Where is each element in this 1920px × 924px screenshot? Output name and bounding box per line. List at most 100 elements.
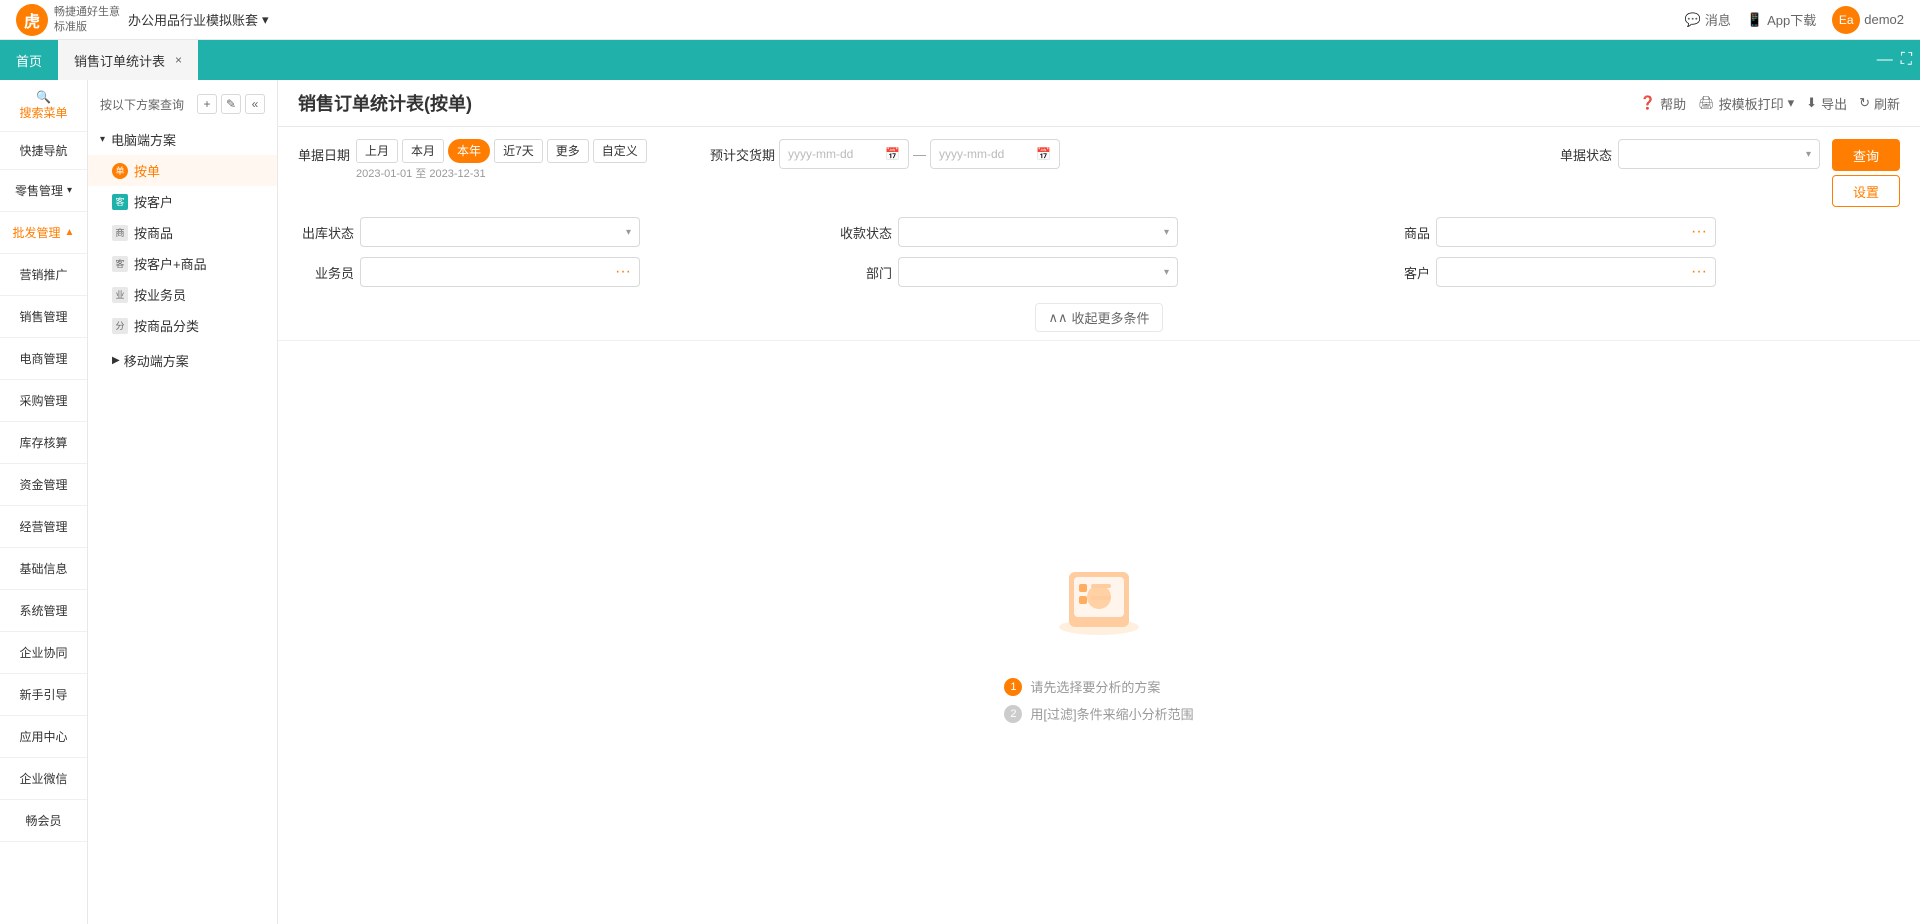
calendar-start-icon: 📅 [885, 147, 900, 161]
sidebar-item-system[interactable]: 系统管理 [0, 590, 87, 632]
refresh-button[interactable]: ↻ 刷新 [1859, 94, 1900, 113]
avatar: Ea [1832, 6, 1860, 34]
date-separator: — [913, 147, 926, 162]
payment-status-select[interactable]: ▾ [898, 217, 1178, 247]
export-button[interactable]: ⬇ 导出 [1806, 94, 1847, 113]
page-actions: ❓ 帮助 🖨 按模板打印 ▾ ⬇ 导出 ↻ [1640, 94, 1900, 113]
customer-label: 客户 [1374, 263, 1430, 282]
refresh-icon: ↻ [1859, 95, 1870, 111]
sidebar-item-inventory[interactable]: 库存核算 [0, 422, 87, 464]
sidebar-item-purchase[interactable]: 采购管理 [0, 380, 87, 422]
page-top-inner: 销售订单统计表(按单) ❓ 帮助 🖨 按模板打印 ▾ ⬇ [298, 80, 1900, 126]
last7-btn[interactable]: 近7天 [494, 139, 543, 163]
goods-more-icon[interactable]: ··· [1691, 223, 1707, 241]
scheme-item-by-goods[interactable]: 商 按商品 [88, 217, 277, 248]
tab-actions: — ⛶ [1869, 40, 1920, 80]
salesman-more-icon[interactable]: ··· [615, 263, 631, 281]
customer-more-icon[interactable]: ··· [1691, 263, 1707, 281]
print-icon: 🖨 [1698, 95, 1715, 111]
tab-home[interactable]: 首页 [0, 40, 58, 80]
empty-tips: 1 请先选择要分析的方案 2 用[过滤]条件来缩小分析范围 [1004, 677, 1193, 723]
sidebar-item-marketing[interactable]: 营销推广 [0, 254, 87, 296]
sidebar-search[interactable]: 🔍 搜索菜单 [0, 80, 87, 132]
sidebar-quick-nav[interactable]: 快捷导航 [0, 132, 87, 170]
topbar-left: 虎 畅捷通好生意 标准版 办公用品行业模拟账套 ▾ [16, 4, 269, 36]
scheme-add-button[interactable]: + [197, 94, 217, 114]
sidebar-item-operations[interactable]: 经营管理 [0, 506, 87, 548]
empty-tip-2: 2 用[过滤]条件来缩小分析范围 [1004, 704, 1193, 723]
scheme-item-by-customer[interactable]: 客 按客户 [88, 186, 277, 217]
sidebar-item-newbie[interactable]: 新手引导 [0, 674, 87, 716]
query-button[interactable]: 查询 [1832, 139, 1900, 171]
main-content: 销售订单统计表(按单) ❓ 帮助 🖨 按模板打印 ▾ ⬇ [278, 80, 1920, 924]
scheme-group-mobile-header[interactable]: ▶ 移动端方案 [88, 345, 277, 376]
scheme-item-by-order[interactable]: 单 按单 [88, 155, 277, 186]
app-title[interactable]: 办公用品行业模拟账套 ▾ [128, 10, 269, 29]
sidebar-item-sales[interactable]: 销售管理 [0, 296, 87, 338]
tab-close-icon[interactable]: × [175, 53, 182, 67]
out-status-select[interactable]: ▾ [360, 217, 640, 247]
app-download-button[interactable]: 📱 App下载 [1747, 10, 1816, 29]
goods-select[interactable]: ··· [1436, 217, 1716, 247]
collapse-button[interactable]: ∧∧ 收起更多条件 [1035, 303, 1162, 332]
sidebar-item-enterprise[interactable]: 企业协同 [0, 632, 87, 674]
export-icon: ⬇ [1806, 95, 1817, 111]
customer-select[interactable]: ··· [1436, 257, 1716, 287]
sidebar-item-basic-info[interactable]: 基础信息 [0, 548, 87, 590]
maximize-button[interactable]: ⛶ [1901, 51, 1912, 69]
expected-date-start[interactable]: yyyy-mm-dd 📅 [779, 139, 909, 169]
sidebar-item-ecommerce[interactable]: 电商管理 [0, 338, 87, 380]
help-button[interactable]: ❓ 帮助 [1640, 94, 1686, 113]
last-month-btn[interactable]: 上月 [356, 139, 398, 163]
current-year-btn[interactable]: 本年 [448, 139, 490, 163]
more-btn[interactable]: 更多 [547, 139, 589, 163]
scheme-item-by-salesman[interactable]: 业 按业务员 [88, 279, 277, 310]
message-button[interactable]: 💬 消息 [1685, 10, 1731, 29]
scheme-group-mobile: ▶ 移动端方案 [88, 345, 277, 376]
action-buttons: 查询 设置 [1832, 139, 1900, 207]
status-arrow-icon: ▾ [1806, 149, 1811, 160]
empty-illustration [1039, 542, 1159, 661]
custom-btn[interactable]: 自定义 [593, 139, 647, 163]
empty-tip-1: 1 请先选择要分析的方案 [1004, 677, 1193, 696]
sidebar-item-appcenter[interactable]: 应用中心 [0, 716, 87, 758]
print-button[interactable]: 🖨 按模板打印 ▾ [1698, 94, 1794, 113]
scheme-edit-button[interactable]: ✎ [221, 94, 241, 114]
sidebar-item-wholesale[interactable]: 批发管理 ▲ [0, 212, 87, 254]
scheme-item-by-customer-goods[interactable]: 客 按客户+商品 [88, 248, 277, 279]
expected-date-end[interactable]: yyyy-mm-dd 📅 [930, 139, 1060, 169]
this-month-btn[interactable]: 本月 [402, 139, 444, 163]
topbar: 虎 畅捷通好生意 标准版 办公用品行业模拟账套 ▾ 💬 消息 📱 App下载 E… [0, 0, 1920, 40]
logo-text: 畅捷通好生意 标准版 [54, 5, 120, 34]
user-menu[interactable]: Ea demo2 [1832, 6, 1904, 34]
tab-sales-order-stats[interactable]: 销售订单统计表 × [58, 40, 198, 80]
dept-select[interactable]: ▾ [898, 257, 1178, 287]
minimize-button[interactable]: — [1877, 51, 1893, 69]
status-label: 单据状态 [1560, 145, 1612, 164]
wholesale-arrow-icon: ▲ [65, 227, 75, 238]
customer-goods-icon: 客 [112, 256, 128, 272]
dropdown-arrow-icon: ▾ [262, 12, 269, 28]
dept-label: 部门 [836, 263, 892, 282]
salesman-icon: 业 [112, 287, 128, 303]
status-select[interactable]: ▾ [1618, 139, 1820, 169]
scheme-group-pc-header[interactable]: ▾ 电脑端方案 [88, 124, 277, 155]
pc-group-arrow-icon: ▾ [100, 134, 105, 145]
sidebar-item-retail[interactable]: 零售管理 ▾ [0, 170, 87, 212]
sidebar: 🔍 搜索菜单 快捷导航 零售管理 ▾ 批发管理 ▲ 营销推广 销售管理 电商管理… [0, 80, 88, 924]
date-range-display: 2023-01-01 至 2023-12-31 [356, 165, 647, 181]
sidebar-item-wechat[interactable]: 企业微信 [0, 758, 87, 800]
logo-area: 虎 畅捷通好生意 标准版 [16, 4, 120, 36]
sidebar-item-finance[interactable]: 资金管理 [0, 464, 87, 506]
message-icon: 💬 [1685, 12, 1701, 28]
page-title: 销售订单统计表(按单) [298, 90, 472, 116]
print-dropdown-icon: ▾ [1788, 95, 1795, 111]
help-icon: ❓ [1640, 95, 1656, 111]
payment-status-label: 收款状态 [836, 223, 892, 242]
settings-button[interactable]: 设置 [1832, 175, 1900, 207]
scheme-item-by-category[interactable]: 分 按商品分类 [88, 310, 277, 341]
salesman-select[interactable]: ··· [360, 257, 640, 287]
tabbar: 首页 销售订单统计表 × — ⛶ [0, 40, 1920, 80]
scheme-collapse-button[interactable]: « [245, 94, 265, 114]
sidebar-item-member[interactable]: 畅会员 [0, 800, 87, 842]
